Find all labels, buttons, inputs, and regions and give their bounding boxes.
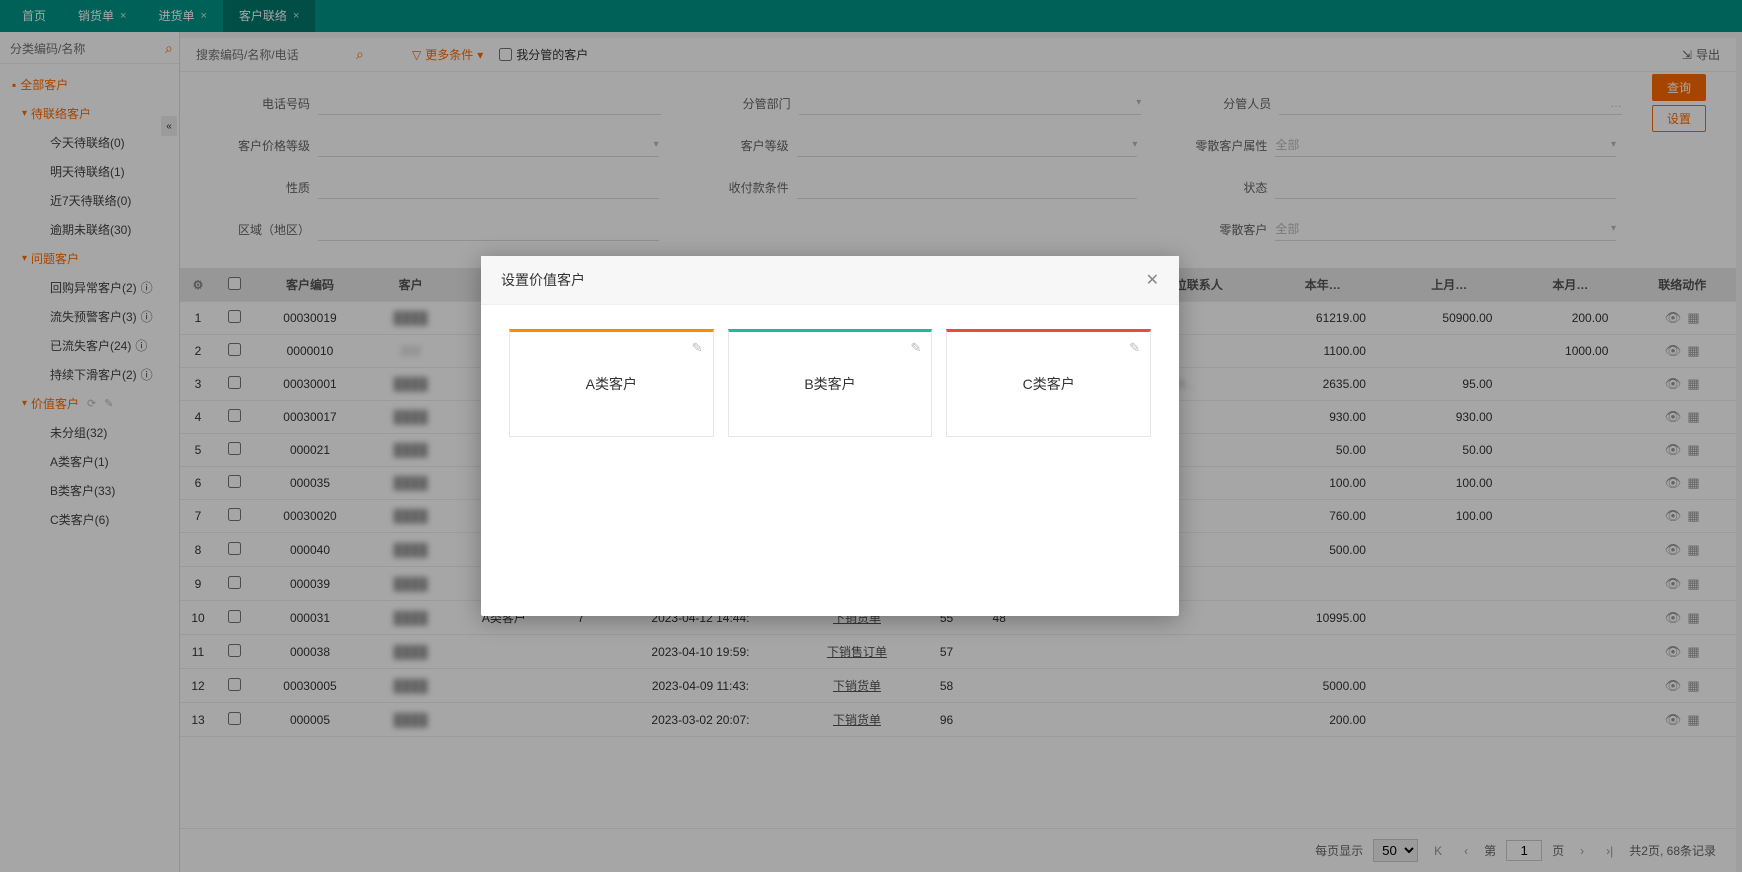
card-class-a[interactable]: ✎ A类客户 <box>509 329 714 437</box>
value-customer-modal: 设置价值客户 ✕ ✎ A类客户 ✎ B类客户 ✎ C类客户 <box>481 256 1179 616</box>
card-label: B类客户 <box>804 374 855 394</box>
modal-close-button[interactable]: ✕ <box>1146 270 1159 290</box>
card-class-c[interactable]: ✎ C类客户 <box>946 329 1151 437</box>
edit-icon[interactable]: ✎ <box>910 340 921 356</box>
card-class-b[interactable]: ✎ B类客户 <box>728 329 933 437</box>
card-label: A类客户 <box>586 374 637 394</box>
edit-icon[interactable]: ✎ <box>1129 340 1140 356</box>
edit-icon[interactable]: ✎ <box>692 340 703 356</box>
modal-title: 设置价值客户 <box>501 270 585 290</box>
card-label: C类客户 <box>1023 374 1075 394</box>
